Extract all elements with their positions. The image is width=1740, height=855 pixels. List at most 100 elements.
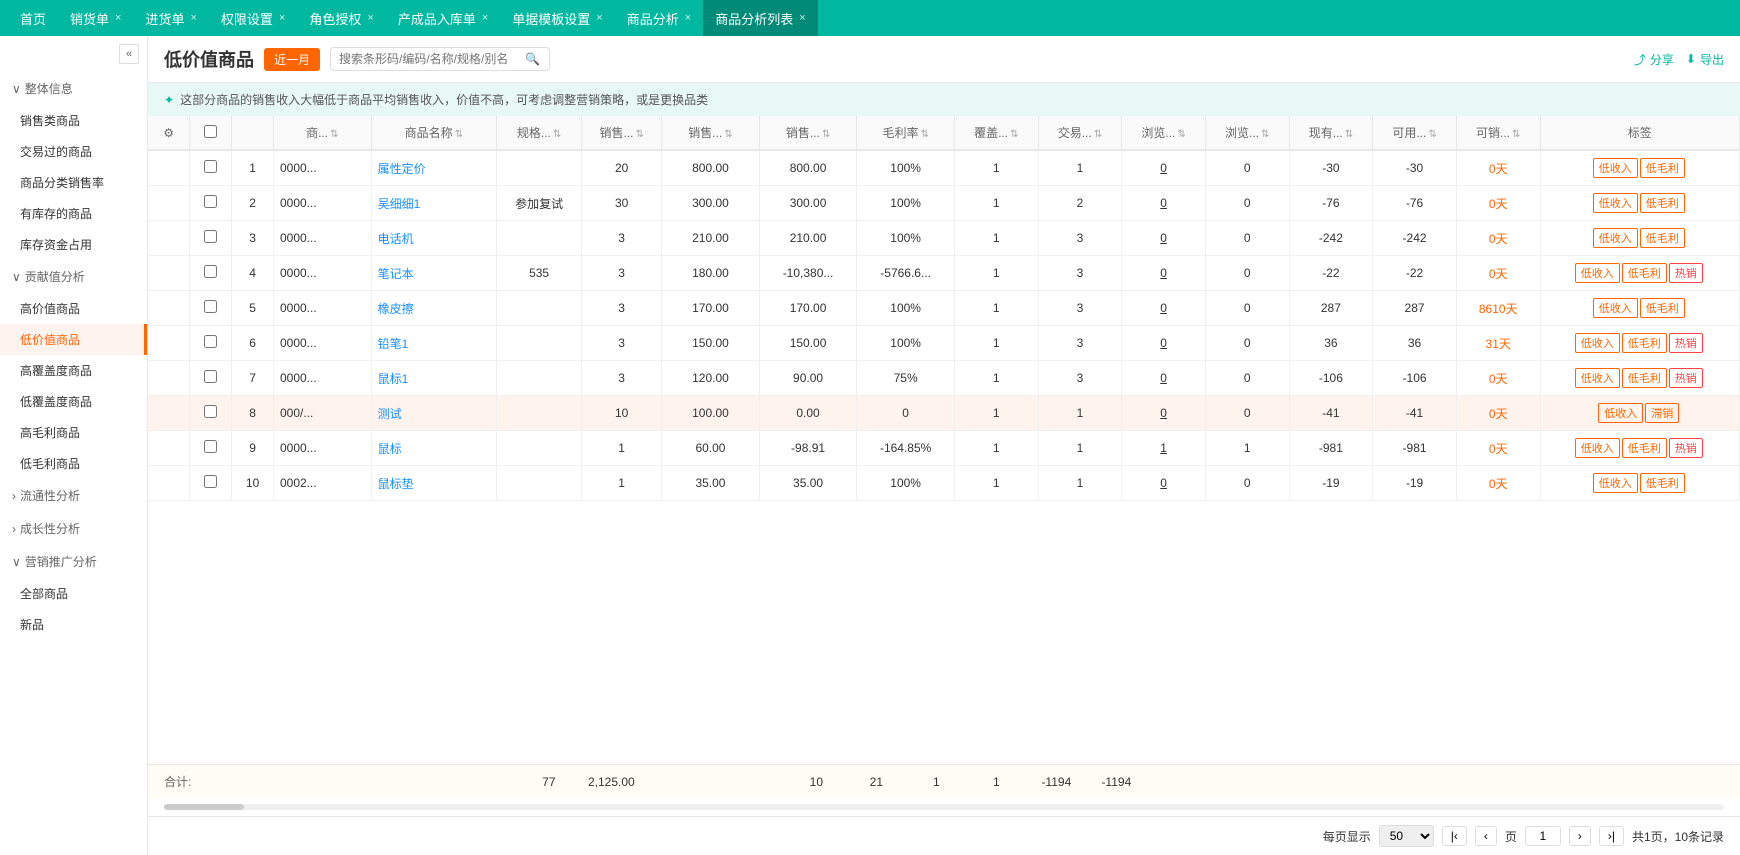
view1-cell[interactable]: 0 — [1160, 476, 1167, 490]
col-s3[interactable]: 销售...⇅ — [759, 116, 857, 150]
row-checkbox[interactable] — [204, 195, 217, 208]
sidebar-item-low-profit[interactable]: 低毛利商品 — [0, 448, 147, 479]
view1-cell[interactable]: 0 — [1122, 396, 1206, 431]
checkbox-cell[interactable] — [190, 466, 232, 501]
col-view2[interactable]: 浏览...⇅ — [1205, 116, 1289, 150]
col-stock2[interactable]: 可用...⇅ — [1373, 116, 1457, 150]
sidebar-item-high-value[interactable]: 高价值商品 — [0, 293, 147, 324]
name-cell[interactable]: 电话机 — [371, 221, 496, 256]
horizontal-scrollbar[interactable] — [148, 798, 1740, 816]
checkbox-cell[interactable] — [190, 361, 232, 396]
col-view1[interactable]: 浏览...⇅ — [1122, 116, 1206, 150]
close-product-inbound-icon[interactable]: × — [482, 12, 488, 24]
row-checkbox[interactable] — [204, 300, 217, 313]
row-checkbox[interactable] — [204, 475, 217, 488]
nav-product-inbound[interactable]: 产成品入库单 × — [386, 0, 500, 36]
sidebar-item-all-products[interactable]: 全部商品 — [0, 578, 147, 609]
checkbox-cell[interactable] — [190, 150, 232, 186]
col-spec[interactable]: 规格...⇅ — [497, 116, 582, 150]
sidebar-item-low-coverage[interactable]: 低覆盖度商品 — [0, 386, 147, 417]
col-days[interactable]: 可销...⇅ — [1456, 116, 1540, 150]
close-sales-order-icon[interactable]: × — [115, 12, 121, 24]
name-cell[interactable]: 鼠标 — [371, 431, 496, 466]
view1-cell[interactable]: 0 — [1160, 266, 1167, 280]
view1-cell[interactable]: 0 — [1160, 371, 1167, 385]
sidebar-item-traded-products[interactable]: 交易过的商品 — [0, 136, 147, 167]
row-checkbox[interactable] — [204, 405, 217, 418]
name-cell[interactable]: 铅笔1 — [371, 326, 496, 361]
view1-cell[interactable]: 1 — [1160, 441, 1167, 455]
name-cell[interactable]: 吴细细1 — [371, 186, 496, 221]
row-checkbox[interactable] — [204, 440, 217, 453]
name-cell[interactable]: 橡皮擦 — [371, 291, 496, 326]
nav-product-analysis-list[interactable]: 商品分析列表 × — [703, 0, 817, 36]
share-button[interactable]: ⤴ 分享 — [1634, 51, 1674, 68]
name-cell[interactable]: 测试 — [371, 396, 496, 431]
checkbox-cell[interactable] — [190, 256, 232, 291]
row-checkbox[interactable] — [204, 335, 217, 348]
filter-recent-month-button[interactable]: 近一月 — [264, 48, 320, 71]
view1-cell[interactable]: 0 — [1122, 256, 1206, 291]
checkbox-cell[interactable] — [190, 326, 232, 361]
col-checkbox[interactable] — [190, 116, 232, 150]
sidebar-item-low-value[interactable]: 低价值商品 — [0, 324, 147, 355]
row-checkbox[interactable] — [204, 370, 217, 383]
close-permission-icon[interactable]: × — [279, 12, 285, 24]
checkbox-cell[interactable] — [190, 221, 232, 256]
nav-permission[interactable]: 权限设置 × — [209, 0, 297, 36]
sidebar-group-growth[interactable]: › 成长性分析 — [0, 512, 147, 545]
sidebar-item-new-products[interactable]: 新品 — [0, 609, 147, 640]
col-code[interactable]: 商...⇅ — [273, 116, 371, 150]
row-checkbox[interactable] — [204, 265, 217, 278]
col-trade[interactable]: 交易...⇅ — [1038, 116, 1122, 150]
sidebar-group-contribution[interactable]: ∨ 贡献值分析 — [0, 260, 147, 293]
close-product-analysis-icon[interactable]: × — [685, 12, 691, 24]
close-purchase-order-icon[interactable]: × — [190, 12, 196, 24]
view1-cell[interactable]: 0 — [1122, 186, 1206, 221]
col-stock1[interactable]: 现有...⇅ — [1289, 116, 1373, 150]
row-checkbox[interactable] — [204, 230, 217, 243]
page-number-input[interactable] — [1525, 826, 1561, 846]
name-cell[interactable]: 鼠标垫 — [371, 466, 496, 501]
sidebar-collapse-button[interactable]: « — [119, 44, 139, 64]
close-role-auth-icon[interactable]: × — [367, 12, 373, 24]
view1-cell[interactable]: 0 — [1160, 231, 1167, 245]
name-cell[interactable]: 属性定价 — [371, 150, 496, 186]
view1-cell[interactable]: 0 — [1122, 291, 1206, 326]
col-s1[interactable]: 销售...⇅ — [582, 116, 662, 150]
view1-cell[interactable]: 0 — [1122, 326, 1206, 361]
col-cover[interactable]: 覆盖...⇅ — [954, 116, 1038, 150]
view1-cell[interactable]: 0 — [1122, 221, 1206, 256]
prev-page-button[interactable]: ‹ — [1475, 826, 1497, 846]
nav-template-settings[interactable]: 单据模板设置 × — [500, 0, 614, 36]
view1-cell[interactable]: 0 — [1160, 336, 1167, 350]
export-button[interactable]: ⬇ 导出 — [1686, 51, 1724, 68]
view1-cell[interactable]: 1 — [1122, 431, 1206, 466]
next-page-button[interactable]: › — [1569, 826, 1591, 846]
select-all-checkbox[interactable] — [204, 125, 217, 138]
view1-cell[interactable]: 0 — [1122, 466, 1206, 501]
last-page-button[interactable]: ›| — [1599, 826, 1624, 846]
sidebar-item-in-stock-products[interactable]: 有库存的商品 — [0, 198, 147, 229]
sidebar-group-marketing[interactable]: ∨ 营销推广分析 — [0, 545, 147, 578]
sidebar-group-circulation[interactable]: › 流通性分析 — [0, 479, 147, 512]
sidebar-item-high-coverage[interactable]: 高覆盖度商品 — [0, 355, 147, 386]
nav-sales-order[interactable]: 销货单 × — [58, 0, 133, 36]
col-name[interactable]: 商品名称⇅ — [371, 116, 496, 150]
row-checkbox[interactable] — [204, 160, 217, 173]
nav-purchase-order[interactable]: 进货单 × — [133, 0, 208, 36]
view1-cell[interactable]: 0 — [1122, 361, 1206, 396]
first-page-button[interactable]: |‹ — [1442, 826, 1467, 846]
name-cell[interactable]: 鼠标1 — [371, 361, 496, 396]
col-profit[interactable]: 毛利率⇅ — [857, 116, 955, 150]
name-cell[interactable]: 笔记本 — [371, 256, 496, 291]
checkbox-cell[interactable] — [190, 431, 232, 466]
search-input[interactable] — [339, 52, 519, 66]
search-icon[interactable]: 🔍 — [525, 52, 540, 66]
sidebar-group-overall[interactable]: ∨ 整体信息 — [0, 72, 147, 105]
sidebar-item-stock-capital[interactable]: 库存资金占用 — [0, 229, 147, 260]
view1-cell[interactable]: 0 — [1160, 161, 1167, 175]
nav-home[interactable]: 首页 — [8, 0, 58, 36]
nav-product-analysis[interactable]: 商品分析 × — [615, 0, 703, 36]
close-product-analysis-list-icon[interactable]: × — [799, 12, 805, 24]
